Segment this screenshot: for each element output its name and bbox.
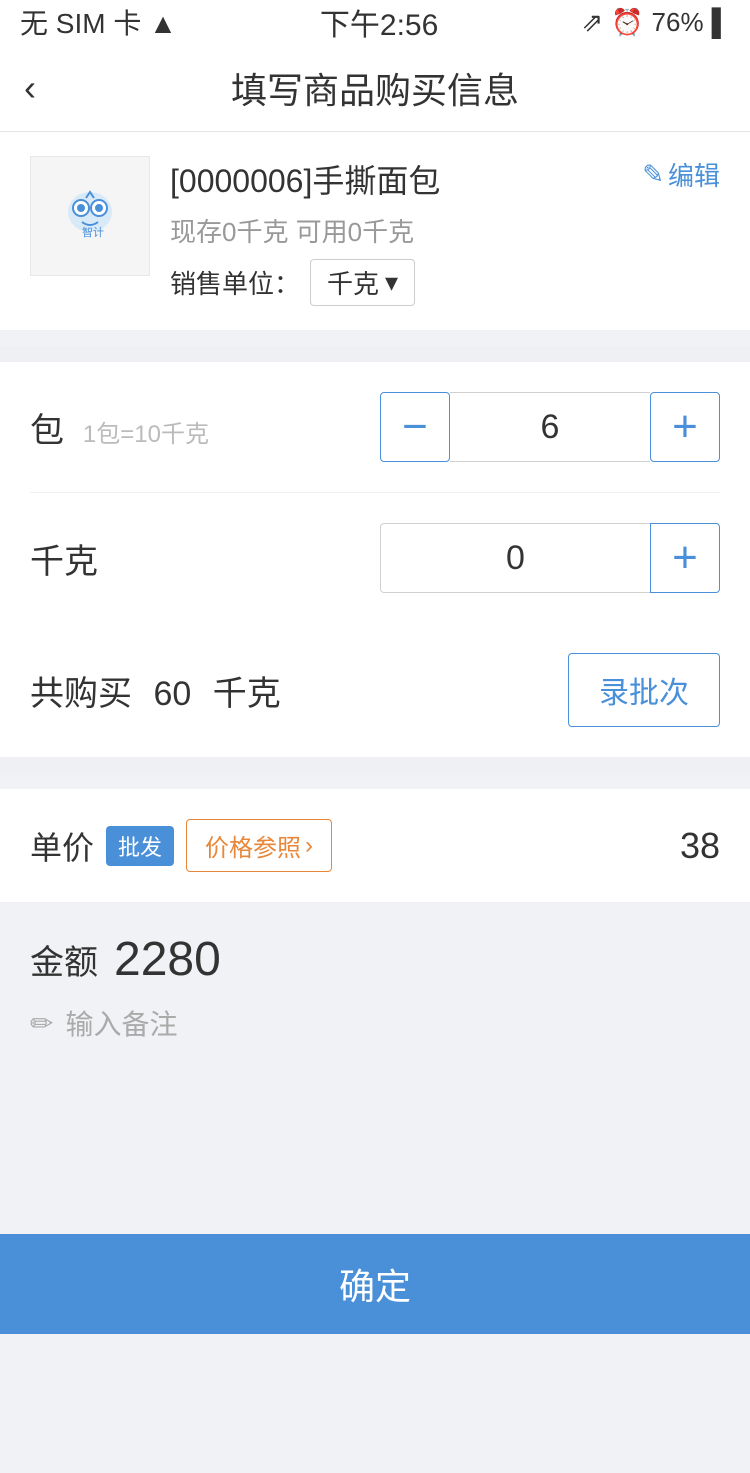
kg-label: 千克 xyxy=(30,543,98,581)
sim-wifi-text: 无 SIM 卡 ▲ xyxy=(20,2,177,42)
total-text: 共购买 60 千克 xyxy=(30,666,281,715)
status-right: ⇗ ⏰ 76% ▌ xyxy=(581,7,730,38)
batch-button[interactable]: 录批次 xyxy=(568,653,720,727)
back-button[interactable]: ‹ xyxy=(24,67,36,109)
total-section: 共购买 60 千克 录批次 xyxy=(0,623,750,757)
product-stock: 现存0千克 可用0千克 xyxy=(170,212,720,249)
edit-label: 编辑 xyxy=(668,156,720,193)
price-value: 38 xyxy=(680,825,720,867)
battery-text: 76% xyxy=(652,7,704,38)
unit-value: 千克 xyxy=(327,264,379,301)
price-label: 单价 xyxy=(30,823,94,869)
edit-button[interactable]: ✎ 编辑 xyxy=(642,156,720,193)
alarm-icon: ⏰ xyxy=(611,7,643,38)
dropdown-arrow-icon: ▾ xyxy=(385,267,398,298)
product-logo-icon: 智计 xyxy=(60,180,120,252)
package-input-row: 包 1包=10千克 − + xyxy=(30,362,720,493)
note-row[interactable]: ✏ 输入备注 xyxy=(30,1003,720,1043)
package-increase-button[interactable]: + xyxy=(650,392,720,462)
product-image: 智计 xyxy=(30,156,150,276)
page-title: 填写商品购买信息 xyxy=(231,62,519,114)
total-amount: 60 xyxy=(153,675,191,713)
status-left: 无 SIM 卡 ▲ xyxy=(20,2,177,42)
price-reference-button[interactable]: 价格参照 › xyxy=(186,819,332,872)
status-bar: 无 SIM 卡 ▲ 下午2:56 ⇗ ⏰ 76% ▌ xyxy=(0,0,750,44)
product-info: [0000006]手撕面包 ✎ 编辑 现存0千克 可用0千克 销售单位： 千克 … xyxy=(170,156,720,306)
kg-quantity-input[interactable] xyxy=(380,523,650,593)
unit-dropdown[interactable]: 千克 ▾ xyxy=(310,259,415,306)
status-time: 下午2:56 xyxy=(320,0,438,44)
divider-2 xyxy=(0,757,750,773)
package-quantity-input[interactable] xyxy=(450,392,650,462)
kg-input-control: + xyxy=(380,523,720,593)
price-ref-label: 价格参照 xyxy=(205,828,301,863)
location-icon: ⇗ xyxy=(581,7,603,38)
amount-row: 金额 2280 xyxy=(30,932,720,987)
package-hint: 1包=10千克 xyxy=(83,421,209,448)
edit-icon: ✎ xyxy=(642,159,664,190)
product-unit-row: 销售单位： 千克 ▾ xyxy=(170,259,720,306)
price-tag: 批发 xyxy=(106,826,174,866)
package-label: 包 xyxy=(30,412,64,450)
nav-bar: ‹ 填写商品购买信息 xyxy=(0,44,750,132)
price-left: 单价 批发 价格参照 › xyxy=(30,819,332,872)
divider-1 xyxy=(0,346,750,362)
kg-input-row: 千克 + xyxy=(30,493,720,623)
unit-label: 销售单位： xyxy=(170,264,300,301)
package-decrease-button[interactable]: − xyxy=(380,392,450,462)
product-card: 智计 [0000006]手撕面包 ✎ 编辑 现存0千克 可用0千克 销售单位： … xyxy=(0,132,750,330)
pencil-icon: ✏ xyxy=(30,1007,53,1040)
price-ref-arrow-icon: › xyxy=(305,832,313,860)
total-prefix: 共购买 xyxy=(30,675,132,713)
amount-label: 金额 xyxy=(30,935,98,984)
amount-section: 金额 2280 ✏ 输入备注 xyxy=(0,902,750,1073)
confirm-button[interactable]: 确定 xyxy=(0,1234,750,1334)
kg-increase-button[interactable]: + xyxy=(650,523,720,593)
product-name: [0000006]手撕面包 xyxy=(170,156,440,202)
svg-text:智计: 智计 xyxy=(82,225,104,239)
package-label-group: 包 1包=10千克 xyxy=(30,403,209,452)
package-input-control: − + xyxy=(380,392,720,462)
battery-icon: ▌ xyxy=(712,7,730,38)
total-unit: 千克 xyxy=(213,675,281,713)
kg-label-group: 千克 xyxy=(30,534,98,583)
amount-value: 2280 xyxy=(114,932,221,987)
input-section: 包 1包=10千克 − + 千克 + xyxy=(0,362,750,623)
note-label: 输入备注 xyxy=(65,1003,177,1043)
price-section: 单价 批发 价格参照 › 38 xyxy=(0,789,750,902)
